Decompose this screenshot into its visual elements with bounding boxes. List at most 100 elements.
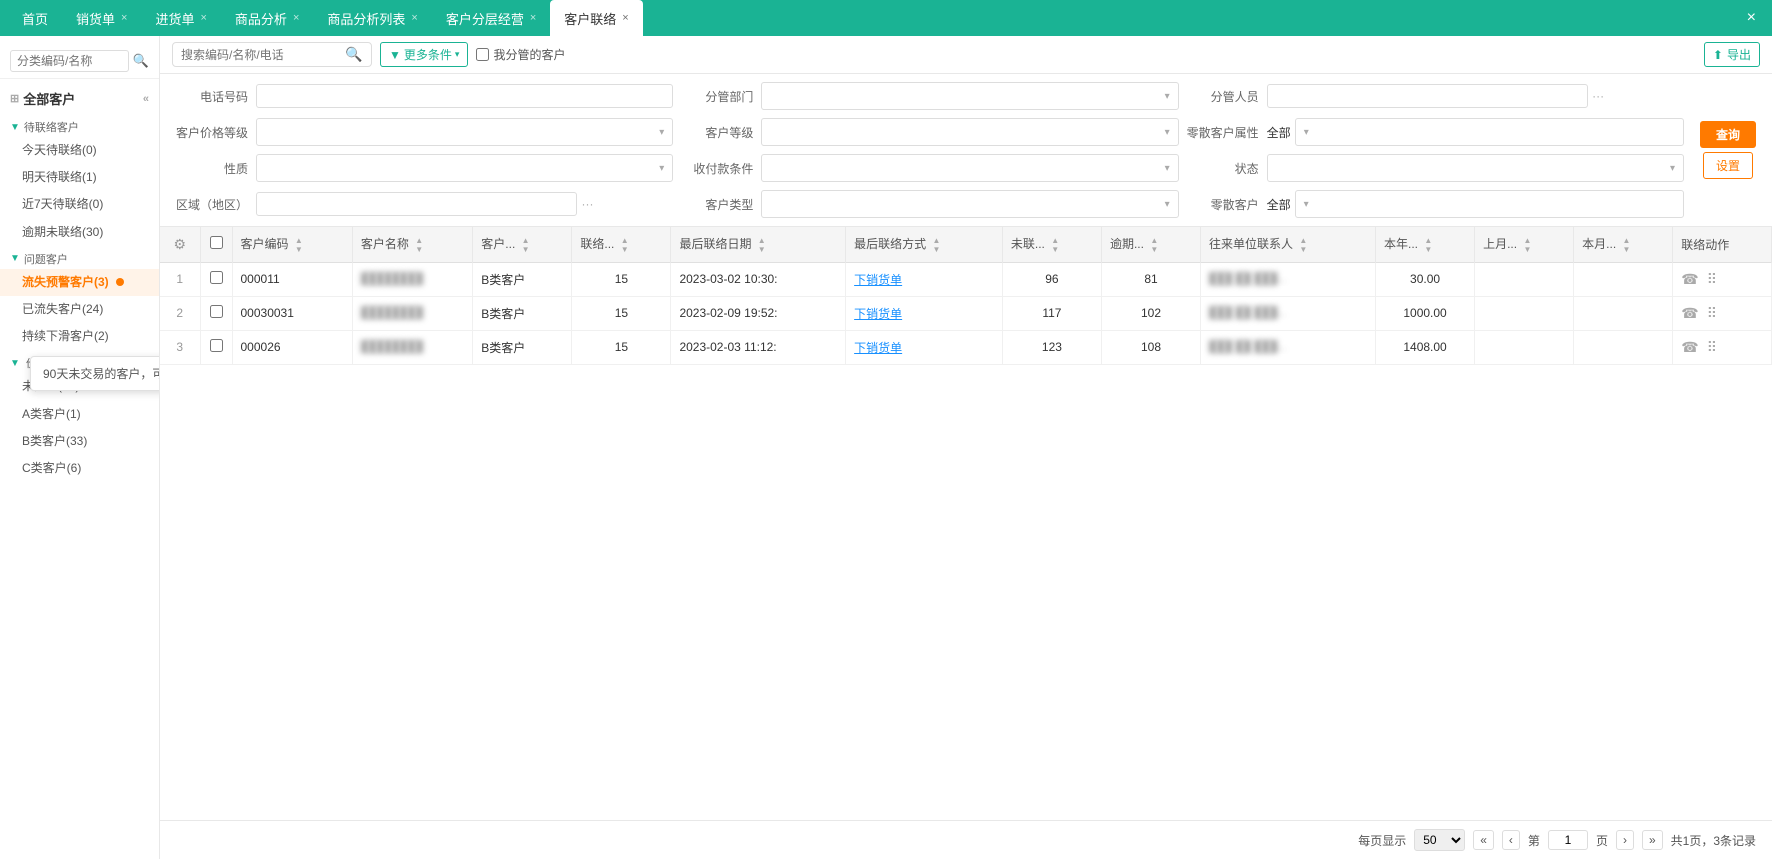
action-more-icon[interactable]: ⠿	[1707, 339, 1717, 356]
sort-icon[interactable]: ▲▼	[1523, 236, 1531, 254]
row-this-year: 1000.00	[1376, 296, 1475, 330]
sidebar-group-problem[interactable]: ▼ 问题客户	[0, 246, 159, 269]
row-last-contact-type[interactable]: 下销货单	[846, 330, 1003, 364]
tab-analysis[interactable]: 商品分析 ×	[221, 0, 313, 36]
filter-phone-input[interactable]	[256, 84, 673, 108]
sidebar-search: 🔍	[0, 44, 159, 79]
tab-close-icon[interactable]: ×	[293, 12, 299, 24]
sidebar-item-class-b[interactable]: B类客户(33)	[0, 428, 159, 455]
sidebar-item-churned[interactable]: 已流失客户(24)	[0, 296, 159, 323]
sidebar-item-class-a[interactable]: A类客户(1)	[0, 401, 159, 428]
action-more-icon[interactable]: ⠿	[1707, 305, 1717, 322]
sort-icon[interactable]: ▲▼	[1623, 236, 1631, 254]
filter-region-input[interactable]	[256, 192, 577, 216]
window-close-button[interactable]: ×	[1739, 9, 1764, 27]
last-page-button[interactable]: »	[1642, 830, 1663, 850]
sidebar-item-class-c[interactable]: C类客户(6)	[0, 455, 159, 482]
filter-status-select[interactable]: ▾	[1267, 154, 1684, 182]
row-action[interactable]: ☎ ⠿	[1673, 262, 1772, 296]
filter-status: 状态 ▾	[1187, 154, 1684, 182]
sidebar-search-input[interactable]	[10, 50, 129, 72]
row-this-year: 30.00	[1376, 262, 1475, 296]
per-page-select[interactable]: 50 10 20 100	[1414, 829, 1465, 851]
filter-retail-attr-select[interactable]: ▾	[1295, 118, 1684, 146]
row-checkbox[interactable]	[200, 296, 232, 330]
sort-icon[interactable]: ▲▼	[758, 236, 766, 254]
ellipsis-button[interactable]: ···	[1588, 89, 1608, 103]
settings-button[interactable]: 设置	[1703, 152, 1753, 179]
customer-table: ⚙ 客户编码 ▲▼ 客户名称 ▲▼	[160, 227, 1772, 365]
sort-icon[interactable]: ▲▼	[1150, 236, 1158, 254]
tab-sales[interactable]: 销货单 ×	[62, 0, 141, 36]
sort-icon[interactable]: ▲▼	[295, 236, 303, 254]
prev-page-button[interactable]: ‹	[1502, 830, 1520, 850]
tab-home[interactable]: 首页	[8, 0, 62, 36]
table-container: ⚙ 客户编码 ▲▼ 客户名称 ▲▼	[160, 227, 1772, 820]
filter-payment-select[interactable]: ▾	[761, 154, 1178, 182]
filter-nature-select[interactable]: ▾	[256, 154, 673, 182]
row-last-contact-date: 2023-02-03 11:12:	[671, 330, 846, 364]
tab-close-icon[interactable]: ×	[622, 12, 628, 24]
sidebar-item-today[interactable]: 今天待联络(0)	[0, 137, 159, 164]
action-contact-icon[interactable]: ☎	[1681, 271, 1698, 288]
next-page-button[interactable]: ›	[1616, 830, 1634, 850]
tab-analysis-list[interactable]: 商品分析列表 ×	[313, 0, 431, 36]
sidebar-item-overdue[interactable]: 逾期未联络(30)	[0, 219, 159, 246]
sidebar-item-declining[interactable]: 持续下滑客户(2)	[0, 323, 159, 350]
tab-close-icon[interactable]: ×	[530, 12, 536, 24]
select-all-checkbox[interactable]	[210, 236, 223, 249]
collapse-icon[interactable]: «	[143, 93, 149, 105]
sort-icon[interactable]: ▲▼	[932, 236, 940, 254]
filter-customer-tier-label: 客户等级	[681, 124, 761, 141]
sort-icon[interactable]: ▲▼	[522, 236, 530, 254]
page-input[interactable]	[1548, 830, 1588, 850]
query-button[interactable]: 查询	[1700, 121, 1756, 148]
action-more-icon[interactable]: ⠿	[1707, 271, 1717, 288]
sidebar-item-churn-warning[interactable]: 流失预警客户(3)	[0, 269, 159, 296]
action-contact-icon[interactable]: ☎	[1681, 305, 1698, 322]
filter-dept-select[interactable]: ▾	[761, 82, 1178, 110]
my-customers-checkbox[interactable]: 我分管的客户	[476, 46, 565, 63]
tab-bar: 首页 销货单 × 进货单 × 商品分析 × 商品分析列表 × 客户分层经营 × …	[0, 0, 1772, 36]
row-checkbox[interactable]	[200, 330, 232, 364]
row-last-contact-date: 2023-02-09 19:52:	[671, 296, 846, 330]
search-input[interactable]	[181, 48, 341, 62]
tab-customer-contact[interactable]: 客户联络 ×	[550, 0, 642, 36]
sort-icon[interactable]: ▲▼	[1424, 236, 1432, 254]
search-button[interactable]: 🔍	[345, 46, 362, 63]
row-last-contact-type[interactable]: 下销货单	[846, 262, 1003, 296]
tab-close-icon[interactable]: ×	[121, 12, 127, 24]
tab-label: 客户分层经营	[446, 9, 524, 28]
sort-icon[interactable]: ▲▼	[1299, 236, 1307, 254]
sidebar-root[interactable]: ⊞ 全部客户 «	[0, 83, 159, 114]
ellipsis-button[interactable]: ···	[577, 197, 597, 211]
sort-icon[interactable]: ▲▼	[1051, 236, 1059, 254]
sidebar-item-week[interactable]: 近7天待联络(0)	[0, 191, 159, 218]
tab-label: 首页	[22, 9, 48, 28]
row-action[interactable]: ☎ ⠿	[1673, 296, 1772, 330]
col-header-checkbox[interactable]	[200, 227, 232, 262]
row-last-contact-type[interactable]: 下销货单	[846, 296, 1003, 330]
tab-purchase[interactable]: 进货单 ×	[141, 0, 220, 36]
tab-close-icon[interactable]: ×	[411, 12, 417, 24]
filter-manager-input[interactable]	[1267, 84, 1588, 108]
row-checkbox[interactable]	[200, 262, 232, 296]
search-icon[interactable]: 🔍	[133, 53, 149, 69]
first-page-button[interactable]: «	[1473, 830, 1494, 850]
filter-customer-tier-select[interactable]: ▾	[761, 118, 1178, 146]
sidebar-item-tomorrow[interactable]: 明天待联络(1)	[0, 164, 159, 191]
filter-customer-type-select[interactable]: ▾	[761, 190, 1178, 218]
sort-icon[interactable]: ▲▼	[621, 236, 629, 254]
col-header-settings[interactable]: ⚙	[160, 227, 200, 262]
action-contact-icon[interactable]: ☎	[1681, 339, 1698, 356]
filter-retail-select[interactable]: ▾	[1295, 190, 1684, 218]
my-customers-check[interactable]	[476, 48, 489, 61]
tab-close-icon[interactable]: ×	[200, 12, 206, 24]
tab-customer-tier[interactable]: 客户分层经营 ×	[432, 0, 550, 36]
export-button[interactable]: ⬆ 导出	[1704, 42, 1760, 67]
filter-price-tier-select[interactable]: ▾	[256, 118, 673, 146]
sidebar-group-pending[interactable]: ▼ 待联络客户	[0, 114, 159, 137]
sort-icon[interactable]: ▲▼	[415, 236, 423, 254]
row-action[interactable]: ☎ ⠿	[1673, 330, 1772, 364]
more-conditions-button[interactable]: ▼ 更多条件 ▾	[380, 42, 468, 67]
